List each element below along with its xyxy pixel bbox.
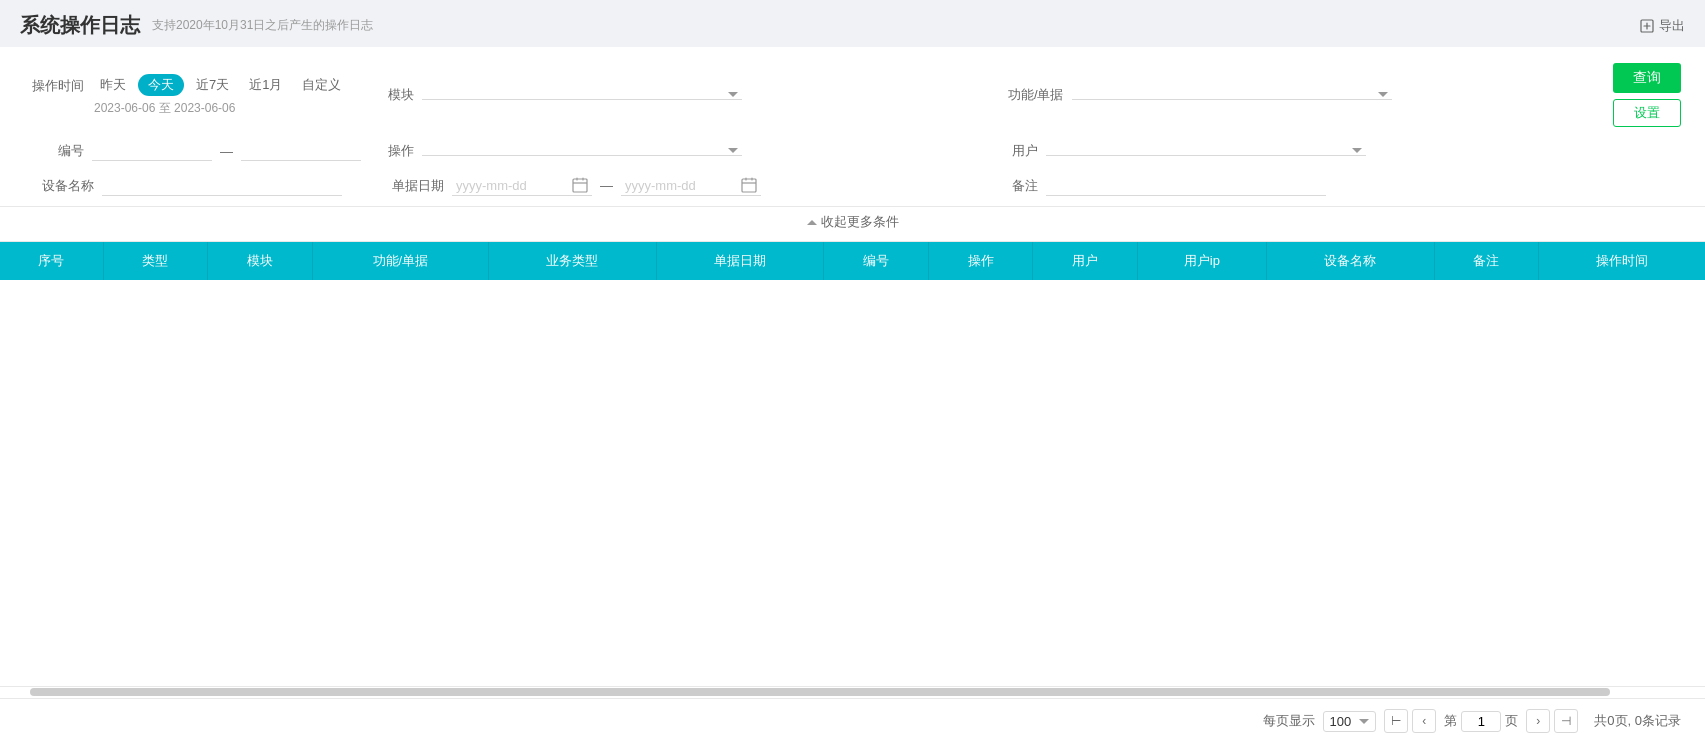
prev-page-button[interactable]: ‹: [1412, 709, 1436, 733]
device-label: 设备名称: [24, 177, 94, 195]
code-from-input[interactable]: [92, 141, 212, 161]
remark-label: 备注: [978, 177, 1038, 195]
collapse-label: 收起更多条件: [821, 213, 899, 231]
doc-date-from-placeholder: yyyy-mm-dd: [456, 178, 572, 193]
total-info: 共0页, 0条记录: [1594, 712, 1681, 730]
chevron-up-icon: [807, 220, 817, 225]
page-label: 第: [1444, 712, 1457, 730]
data-table: 序号 类型 模块 功能/单据 业务类型 单据日期 编号 操作 用户 用户ip 设…: [0, 242, 1705, 280]
first-page-button[interactable]: ⊢: [1384, 709, 1408, 733]
operation-select[interactable]: [422, 146, 742, 156]
col-module: 模块: [208, 242, 312, 280]
col-doc-date: 单据日期: [656, 242, 824, 280]
col-user: 用户: [1033, 242, 1137, 280]
col-operation: 操作: [928, 242, 1032, 280]
code-range-sep: —: [220, 144, 233, 159]
col-seq: 序号: [0, 242, 103, 280]
module-chevron-icon: [728, 92, 738, 97]
doc-date-to-wrap: yyyy-mm-dd: [621, 175, 761, 196]
operation-label: 操作: [384, 142, 414, 160]
col-code: 编号: [824, 242, 928, 280]
settings-button[interactable]: 设置: [1613, 99, 1681, 127]
page-size-select[interactable]: 100: [1323, 711, 1377, 732]
function-chevron-icon: [1378, 92, 1388, 97]
time-custom[interactable]: 自定义: [294, 74, 349, 96]
calendar-to-icon[interactable]: [741, 177, 757, 193]
doc-date-label: 单据日期: [384, 177, 444, 195]
user-chevron-icon: [1352, 148, 1362, 153]
scroll-thumb[interactable]: [30, 688, 1610, 696]
time-label: 操作时间: [24, 74, 84, 95]
pagination-nav: ⊢ ‹: [1384, 709, 1436, 733]
export-label: 导出: [1659, 17, 1685, 35]
page-title: 系统操作日志: [20, 12, 140, 39]
module-select[interactable]: [422, 90, 742, 100]
pagination-nav-next: › ⊣: [1526, 709, 1578, 733]
time-filter-group: 昨天 今天 近7天 近1月 自定义 2023-06-06 至 2023-06-0…: [92, 74, 349, 117]
col-type: 类型: [103, 242, 207, 280]
page-input-wrap: 第 页: [1444, 711, 1518, 732]
scroll-area[interactable]: [0, 686, 1705, 698]
filter-panel: 操作时间 昨天 今天 近7天 近1月 自定义 2023-06-06 至 2023…: [0, 47, 1705, 207]
page-subtitle: 支持2020年10月31日之后产生的操作日志: [152, 17, 373, 34]
doc-date-to-placeholder: yyyy-mm-dd: [625, 178, 741, 193]
table-container: 序号 类型 模块 功能/单据 业务类型 单据日期 编号 操作 用户 用户ip 设…: [0, 242, 1705, 686]
user-select[interactable]: [1046, 146, 1366, 156]
function-label: 功能/单据: [1004, 86, 1064, 104]
user-label: 用户: [978, 142, 1038, 160]
export-button[interactable]: 导出: [1639, 17, 1685, 35]
calendar-from-icon[interactable]: [572, 177, 588, 193]
svg-rect-2: [742, 179, 756, 192]
col-user-ip: 用户ip: [1137, 242, 1266, 280]
page-size-chevron-icon: [1359, 719, 1369, 724]
doc-date-sep: —: [600, 178, 613, 193]
last-page-button[interactable]: ⊣: [1554, 709, 1578, 733]
svg-rect-1: [573, 179, 587, 192]
function-select[interactable]: [1072, 90, 1392, 100]
code-label: 编号: [24, 142, 84, 160]
time-1month[interactable]: 近1月: [241, 74, 290, 96]
page-number-input[interactable]: [1461, 711, 1501, 732]
page-end-label: 页: [1505, 712, 1518, 730]
device-input[interactable]: [102, 176, 342, 196]
col-biz-type: 业务类型: [489, 242, 657, 280]
col-function: 功能/单据: [312, 242, 488, 280]
time-today[interactable]: 今天: [138, 74, 184, 96]
code-to-input[interactable]: [241, 141, 361, 161]
doc-date-from-wrap: yyyy-mm-dd: [452, 175, 592, 196]
time-7days[interactable]: 近7天: [188, 74, 237, 96]
col-op-time: 操作时间: [1538, 242, 1705, 280]
col-remark: 备注: [1434, 242, 1538, 280]
time-range-text: 2023-06-06 至 2023-06-06: [92, 100, 349, 117]
col-device: 设备名称: [1266, 242, 1434, 280]
operation-chevron-icon: [728, 148, 738, 153]
collapse-button[interactable]: 收起更多条件: [807, 213, 899, 231]
export-icon: [1639, 18, 1655, 34]
table-header-row: 序号 类型 模块 功能/单据 业务类型 单据日期 编号 操作 用户 用户ip 设…: [0, 242, 1705, 280]
empty-area: [0, 280, 1705, 620]
remark-input[interactable]: [1046, 176, 1326, 196]
pagination-bar: 每页显示 100 ⊢ ‹ 第 页 › ⊣ 共0页, 0条记录: [0, 698, 1705, 743]
module-label: 模块: [384, 86, 414, 104]
query-button[interactable]: 查询: [1613, 63, 1681, 93]
page-size-value: 100: [1330, 714, 1352, 729]
time-yesterday[interactable]: 昨天: [92, 74, 134, 96]
collapse-bar: 收起更多条件: [0, 207, 1705, 242]
per-page-label: 每页显示: [1263, 712, 1315, 730]
next-page-button[interactable]: ›: [1526, 709, 1550, 733]
